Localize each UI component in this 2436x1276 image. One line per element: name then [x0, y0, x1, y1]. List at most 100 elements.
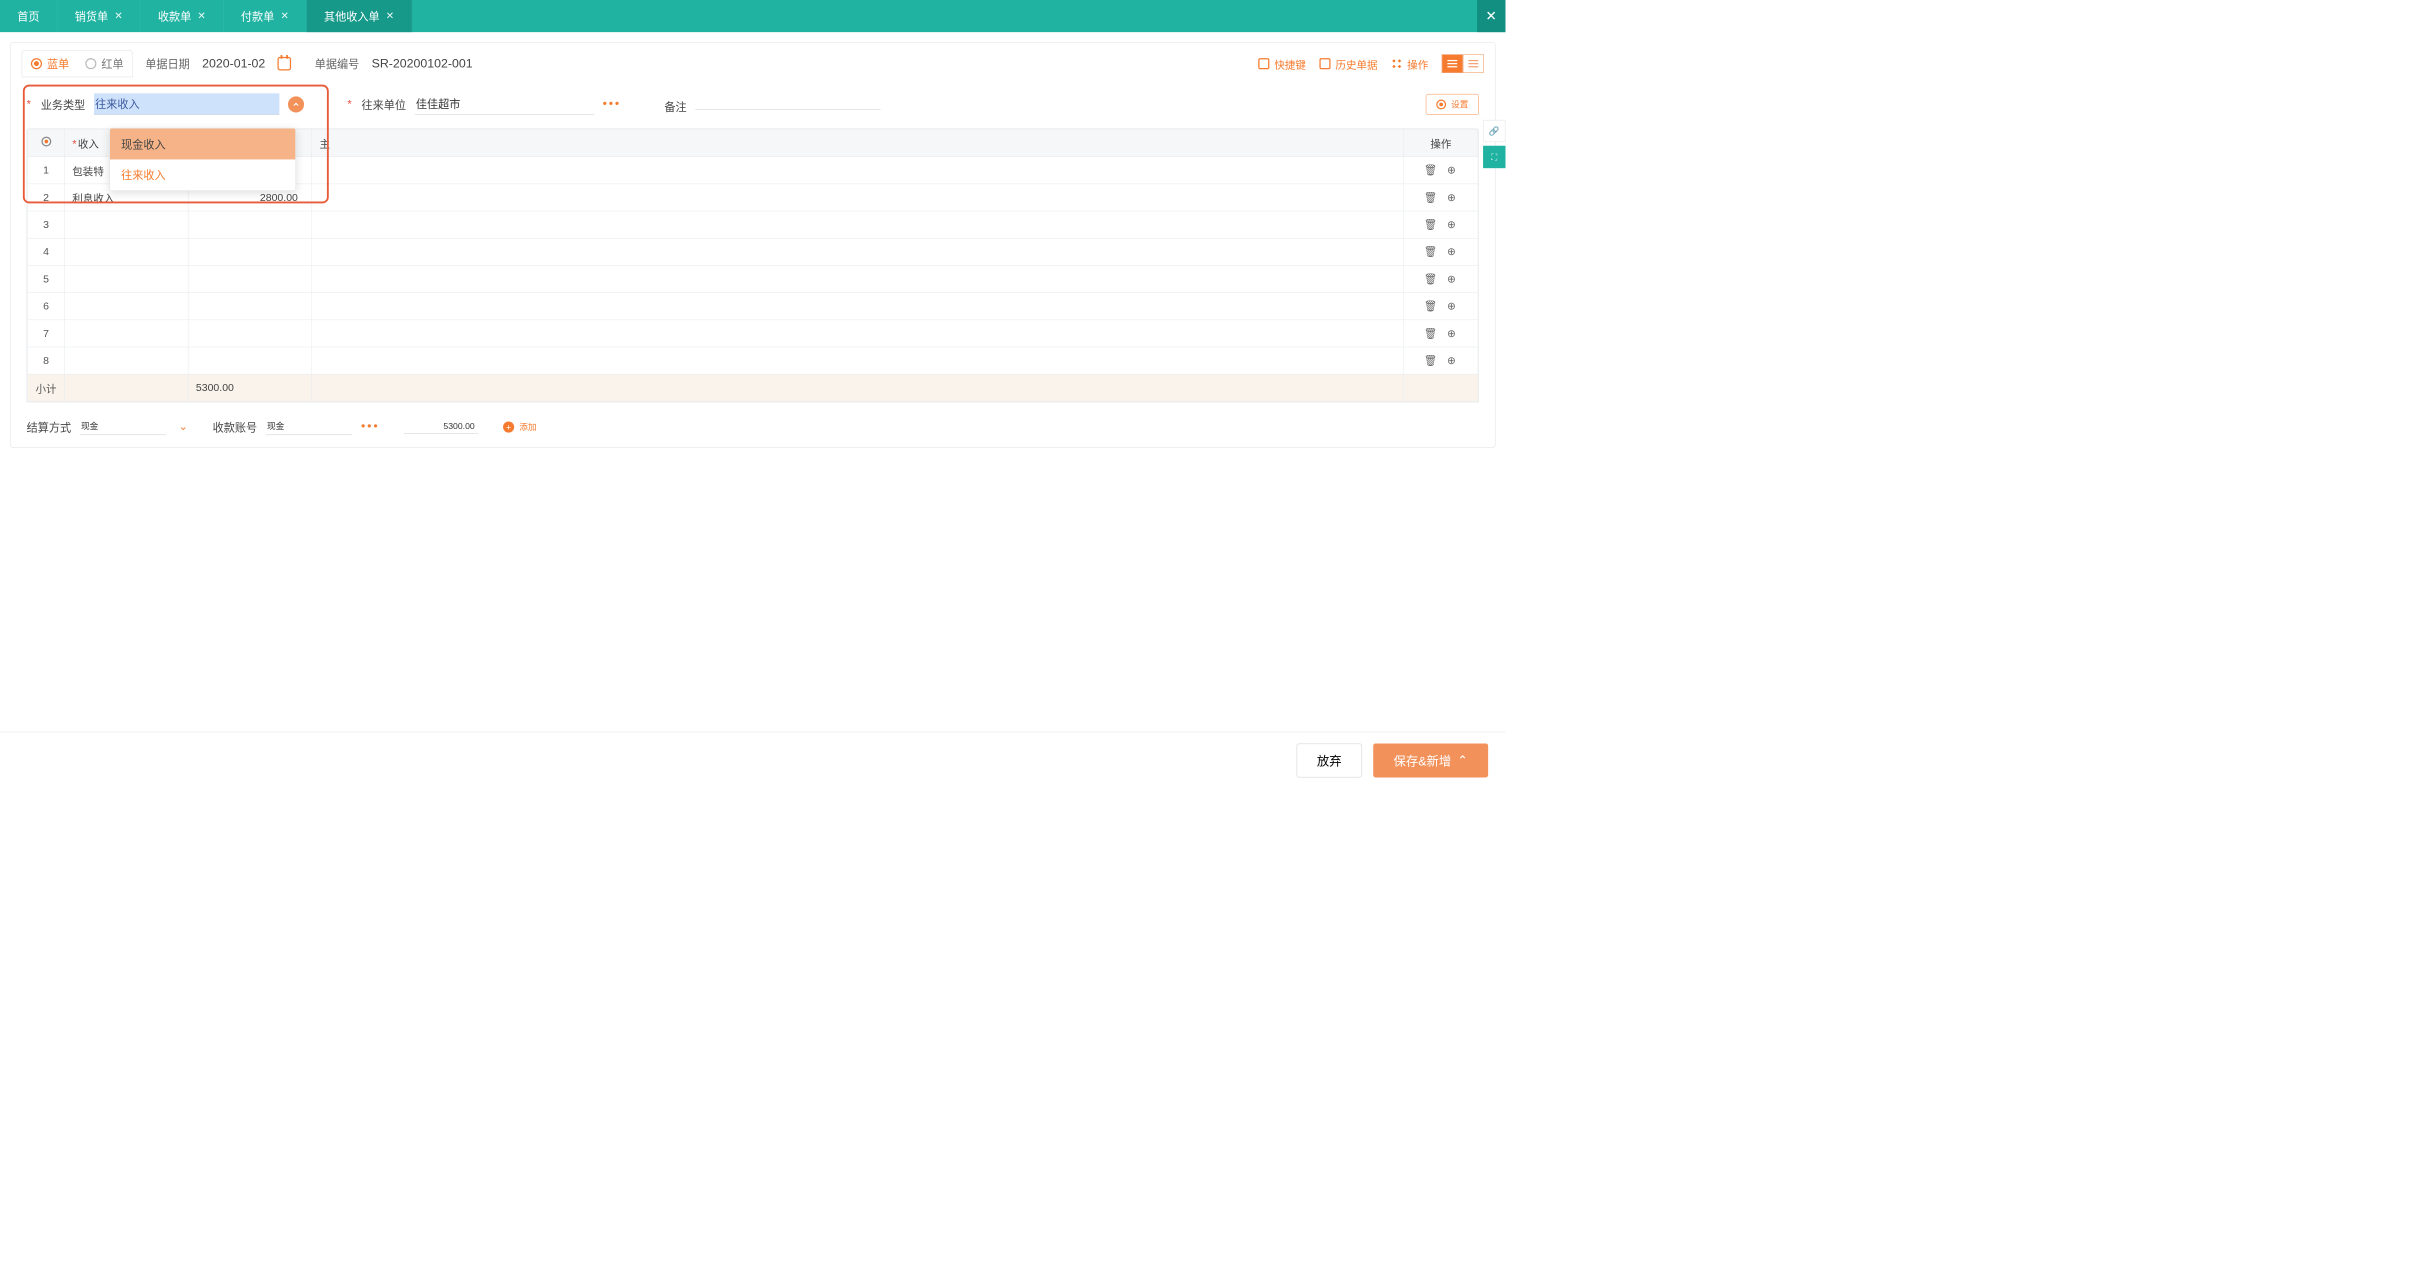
delete-icon[interactable]: 🗑 — [1424, 354, 1436, 366]
add-row-icon[interactable]: ⊕ — [1445, 273, 1457, 285]
gear-icon — [1436, 99, 1446, 109]
delete-icon[interactable]: 🗑 — [1424, 273, 1436, 285]
tab-bar: 首页 销货单 ✕ 收款单 ✕ 付款单 ✕ 其他收入单 ✕ ✕ — [0, 0, 1505, 32]
add-row-icon[interactable]: ⊕ — [1445, 300, 1457, 312]
view-grid-button[interactable] — [1463, 54, 1484, 73]
table-row[interactable]: 8 🗑⊕ — [28, 347, 1478, 374]
panel-close-button[interactable]: ✕ — [1477, 0, 1505, 32]
tab-sales[interactable]: 销货单 ✕ — [57, 0, 140, 32]
subtotal-amount: 5300.00 — [188, 374, 312, 401]
date-value[interactable]: 2020-01-02 — [202, 57, 265, 71]
tab-payment[interactable]: 付款单 ✕ — [224, 0, 307, 32]
history-label: 历史单据 — [1335, 56, 1377, 71]
chevron-up-icon[interactable] — [288, 96, 304, 112]
delete-icon[interactable]: 🗑 — [1424, 191, 1436, 203]
operations-button[interactable]: 操作 — [1391, 56, 1428, 71]
table-row[interactable]: 3 🗑⊕ — [28, 211, 1478, 238]
party-label: 往来单位 — [362, 96, 406, 112]
col-remark: 主 — [312, 129, 1404, 156]
biz-type-dropdown: 现金收入 往来收入 — [109, 128, 296, 191]
radio-blue[interactable]: 蓝单 — [31, 56, 69, 72]
table-row[interactable]: 5 🗑⊕ — [28, 265, 1478, 292]
link-icon[interactable]: 🔗 — [1483, 120, 1505, 142]
dropdown-option-cash[interactable]: 现金收入 — [110, 129, 295, 160]
delete-icon[interactable]: 🗑 — [1424, 246, 1436, 258]
table-row[interactable]: 7 🗑⊕ — [28, 320, 1478, 347]
add-payment-button[interactable]: + 添加 — [503, 421, 536, 433]
save-and-add-button[interactable]: 保存&新增 ⌃ — [1373, 743, 1488, 777]
tab-label: 收款单 — [158, 8, 191, 24]
cell-remark[interactable] — [312, 184, 1404, 211]
expand-icon[interactable]: ⛶ — [1483, 146, 1505, 168]
dropdown-option-ar[interactable]: 往来收入 — [110, 159, 295, 190]
biz-type-input[interactable]: 往来收入 — [94, 93, 279, 115]
add-row-icon[interactable]: ⊕ — [1445, 354, 1457, 366]
date-label: 单据日期 — [145, 56, 189, 72]
history-button[interactable]: 历史单据 — [1319, 56, 1377, 71]
add-row-icon[interactable]: ⊕ — [1445, 246, 1457, 258]
radio-red[interactable]: 红单 — [85, 56, 123, 72]
shortcut-label: 快捷键 — [1274, 56, 1306, 71]
party-input[interactable]: 佳佳超市 — [415, 93, 594, 115]
document-card: 蓝单 红单 单据日期 2020-01-02 单据编号 SR-20200102-0… — [10, 42, 1496, 448]
delete-icon[interactable]: 🗑 — [1424, 300, 1436, 312]
ops-label: 操作 — [1407, 56, 1428, 71]
add-row-icon[interactable]: ⊕ — [1445, 327, 1457, 339]
radio-label: 蓝单 — [47, 56, 69, 72]
footer-bar: 放弃 保存&新增 ⌃ — [0, 732, 1505, 789]
more-icon[interactable]: ••• — [603, 97, 622, 111]
add-row-icon[interactable]: ⊕ — [1445, 164, 1457, 176]
delete-icon[interactable]: 🗑 — [1424, 327, 1436, 339]
tab-home[interactable]: 首页 — [0, 0, 57, 32]
radio-label: 红单 — [101, 56, 123, 72]
payment-row: 结算方式 现金 ⌄ 收款账号 现金 ••• 5300.00 + 添加 — [11, 402, 1495, 438]
remark-input[interactable] — [695, 104, 880, 110]
add-row-icon[interactable]: ⊕ — [1445, 191, 1457, 203]
history-icon — [1319, 58, 1330, 69]
cell-remark[interactable] — [312, 157, 1404, 184]
table-row[interactable]: 4 🗑⊕ — [28, 238, 1478, 265]
docno-value: SR-20200102-001 — [372, 57, 473, 71]
chevron-up-icon: ⌃ — [1457, 753, 1467, 768]
settle-method-field: 结算方式 现金 ⌄ — [27, 418, 188, 435]
tab-receipt[interactable]: 收款单 ✕ — [141, 0, 224, 32]
biz-type-label: 业务类型 — [41, 96, 85, 112]
more-icon[interactable]: ••• — [361, 420, 380, 434]
shortcut-button[interactable]: 快捷键 — [1258, 56, 1306, 71]
discard-button[interactable]: 放弃 — [1296, 743, 1362, 777]
close-icon[interactable]: ✕ — [280, 10, 288, 22]
col-config[interactable] — [28, 129, 65, 156]
chevron-down-icon[interactable]: ⌄ — [179, 420, 188, 433]
add-row-icon[interactable]: ⊕ — [1445, 218, 1457, 230]
keyboard-icon — [1258, 58, 1269, 69]
subtotal-row: 小计 5300.00 — [28, 374, 1478, 401]
method-value[interactable]: 现金 — [80, 418, 167, 435]
view-list-button[interactable] — [1442, 54, 1463, 73]
remark-label: 备注 — [664, 99, 686, 115]
settings-button[interactable]: 设置 — [1426, 94, 1479, 115]
close-icon[interactable]: ✕ — [386, 10, 394, 22]
amount-value[interactable]: 5300.00 — [404, 420, 478, 434]
grid-icon — [1391, 58, 1402, 69]
form-row: * 业务类型 往来收入 现金收入 往来收入 * 往来单位 佳佳超市 ••• 备注… — [11, 82, 1495, 128]
delete-icon[interactable]: 🗑 — [1424, 218, 1436, 230]
required-star: * — [347, 98, 351, 111]
view-toggle — [1442, 54, 1484, 73]
tab-label: 首页 — [17, 8, 39, 24]
delete-icon[interactable]: 🗑 — [1424, 164, 1436, 176]
calendar-icon[interactable] — [278, 57, 292, 71]
radio-icon — [85, 58, 96, 69]
amount-field: 5300.00 — [404, 420, 478, 434]
table-row[interactable]: 6 🗑⊕ — [28, 293, 1478, 320]
account-value[interactable]: 现金 — [266, 418, 353, 435]
close-icon[interactable]: ✕ — [114, 10, 122, 22]
settings-label: 设置 — [1451, 98, 1468, 110]
tab-label: 其他收入单 — [324, 8, 380, 24]
radio-icon — [31, 58, 42, 69]
subtotal-label: 小计 — [28, 374, 65, 401]
tab-label: 销货单 — [75, 8, 108, 24]
close-icon[interactable]: ✕ — [197, 10, 205, 22]
account-field: 收款账号 现金 ••• — [213, 418, 380, 435]
tab-other-income[interactable]: 其他收入单 ✕ — [307, 0, 412, 32]
col-ops: 操作 — [1404, 129, 1478, 156]
